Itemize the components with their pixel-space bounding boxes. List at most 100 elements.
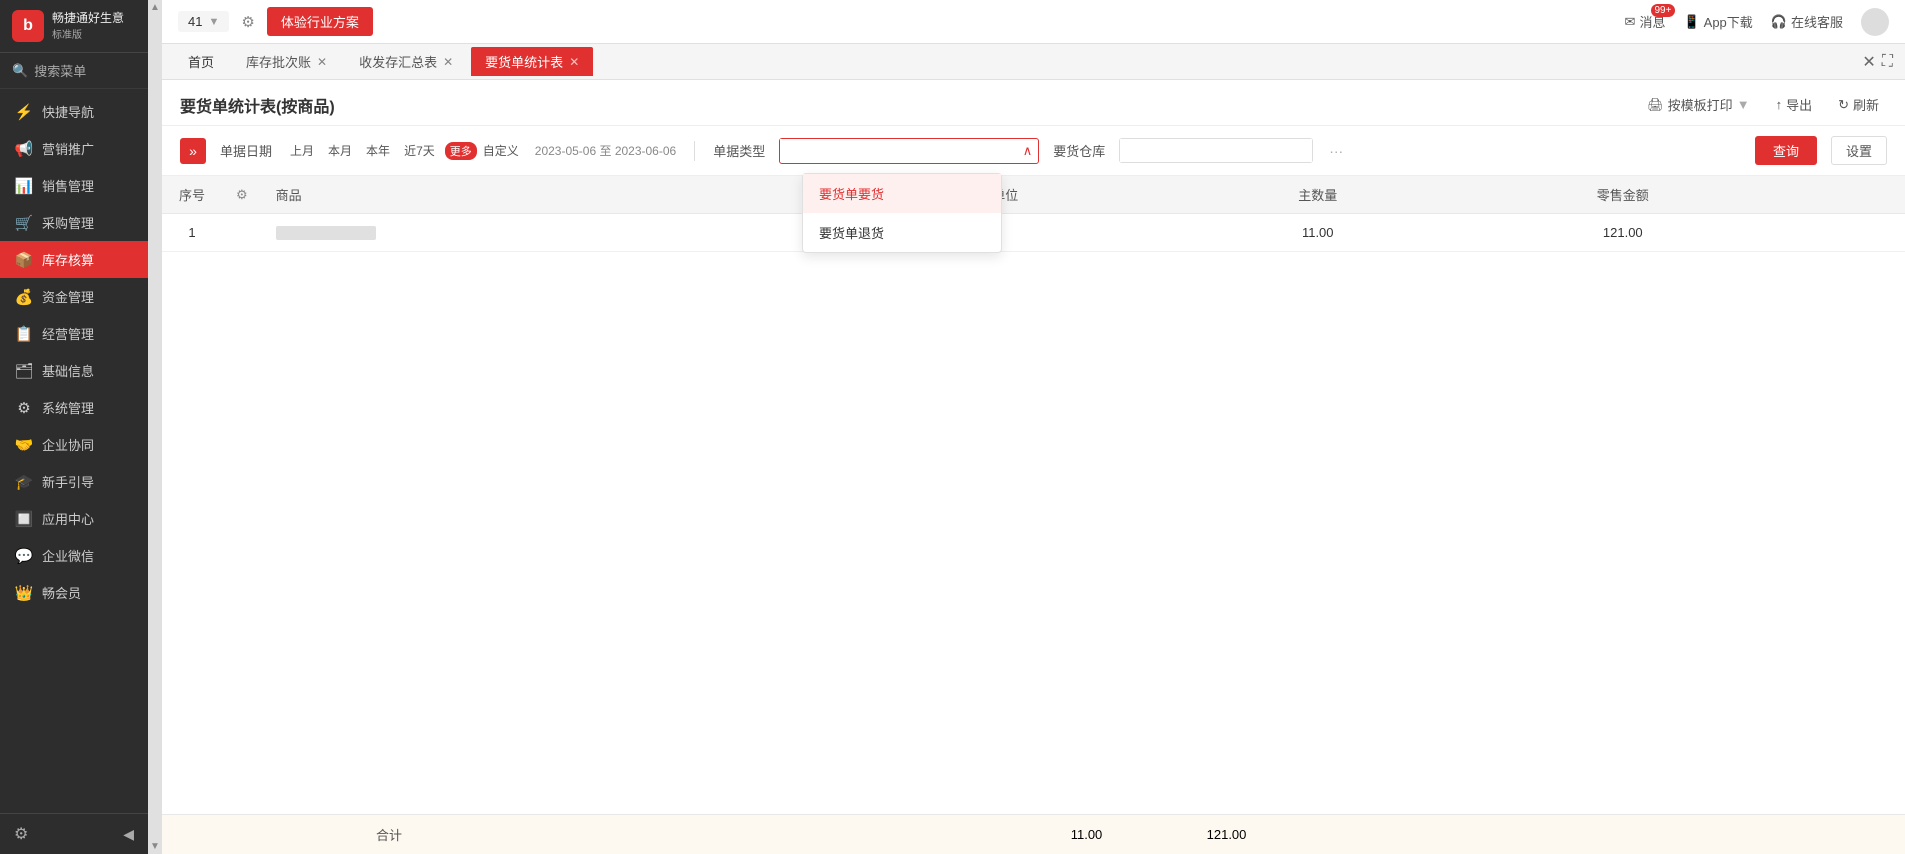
export-btn[interactable]: ↑ 导出	[1768, 92, 1821, 117]
tab-batch-check-close[interactable]: ✕	[317, 55, 327, 69]
print-label: 按模板打印	[1668, 95, 1733, 114]
header-right: ✉ 消息 99+ 📱 App下载 🎧 在线客服	[1625, 8, 1889, 36]
app-title: 畅捷通好生意	[52, 11, 124, 27]
scroll-up-icon[interactable]: ▲	[150, 2, 160, 13]
date-btn-this-month[interactable]: 本月	[324, 140, 356, 161]
service-icon: 🎧	[1771, 14, 1787, 30]
sidebar-scrollbar[interactable]: ▲ ▼	[148, 0, 162, 854]
sidebar-item-inventory[interactable]: 📦 库存核算	[0, 241, 148, 278]
maximize-tab-btn[interactable]: ⛶	[1882, 53, 1893, 71]
tab-order-stats-close[interactable]: ✕	[569, 55, 579, 69]
sidebar-item-vip[interactable]: 👑 畅会员	[0, 574, 148, 611]
app-download-btn[interactable]: 📱 App下载	[1683, 12, 1752, 31]
refresh-icon: ↻	[1838, 97, 1849, 113]
message-btn[interactable]: ✉ 消息 99+	[1625, 12, 1666, 31]
sidebar-item-basic-info[interactable]: 🗂 基础信息	[0, 352, 148, 389]
sidebar-item-app-center[interactable]: 🔲 应用中心	[0, 500, 148, 537]
query-button[interactable]: 查询	[1755, 136, 1817, 165]
purchase-icon: 🛒	[14, 214, 34, 232]
date-btn-7days[interactable]: 近7天	[400, 140, 439, 161]
print-dropdown-arrow: ▼	[1737, 97, 1750, 112]
print-btn[interactable]: 🖨 按模板打印 ▼	[1639, 92, 1757, 117]
scroll-down-icon[interactable]: ▼	[150, 841, 160, 852]
sidebar-item-system[interactable]: ⚙ 系统管理	[0, 389, 148, 426]
type-filter-input-wrap[interactable]: ∧	[779, 138, 1039, 164]
sidebar-item-operations[interactable]: 📋 经营管理	[0, 315, 148, 352]
th-amount: 零售金额	[1457, 176, 1789, 214]
guide-icon: 🎓	[14, 473, 34, 491]
date-btn-this-year[interactable]: 本年	[362, 140, 394, 161]
sidebar-item-sales[interactable]: 📊 销售管理	[0, 167, 148, 204]
sidebar-item-purchase[interactable]: 🛒 采购管理	[0, 204, 148, 241]
sidebar-item-label: 采购管理	[42, 213, 94, 232]
date-quick-btns: 上月 本月 本年 近7天 更多 自定义	[286, 140, 519, 161]
cell-amount: 121.00	[1457, 214, 1789, 252]
date-btn-custom[interactable]: 自定义	[483, 142, 519, 159]
sales-icon: 📊	[14, 177, 34, 195]
tab-batch-check-label: 库存批次账	[246, 52, 311, 71]
sidebar-nav: ⚡ 快捷导航 📢 营销推广 📊 销售管理 🛒 采购管理 📦 库存核算 💰 资金管…	[0, 89, 148, 813]
th-quantity: 主数量	[1179, 176, 1457, 214]
store-selector[interactable]: 41 ▼	[178, 11, 229, 32]
page-actions: 🖨 按模板打印 ▼ ↑ 导出 ↻ 刷新	[1639, 92, 1887, 117]
sidebar-item-label: 系统管理	[42, 398, 94, 417]
type-dropdown-arrow[interactable]: ∧	[1017, 139, 1039, 163]
expand-icon: »	[189, 143, 197, 159]
tab-order-stats[interactable]: 要货单统计表 ✕	[471, 47, 593, 76]
sidebar-item-marketing[interactable]: 📢 营销推广	[0, 130, 148, 167]
refresh-btn[interactable]: ↻ 刷新	[1830, 92, 1887, 117]
promo-button[interactable]: 体验行业方案	[267, 7, 373, 36]
filter-expand-btn[interactable]: »	[180, 138, 206, 164]
footer-sum-amount: 121.00	[1167, 827, 1287, 842]
marketing-icon: 📢	[14, 140, 34, 158]
type-filter-input[interactable]	[780, 139, 1016, 162]
table-footer: 合计 11.00 121.00	[162, 814, 1905, 854]
warehouse-filter-input[interactable]	[1120, 139, 1312, 162]
tab-batch-check[interactable]: 库存批次账 ✕	[232, 47, 341, 76]
dropdown-item-order-goods[interactable]: 要货单要货	[803, 174, 1001, 213]
header-left: 41 ▼ ⚙ 体验行业方案	[178, 7, 373, 36]
date-btn-last-month[interactable]: 上月	[286, 140, 318, 161]
sidebar-item-collab[interactable]: 🤝 企业协同	[0, 426, 148, 463]
sidebar-logo: b 畅捷通好生意 标准版	[0, 0, 148, 53]
sidebar-item-guide[interactable]: 🎓 新手引导	[0, 463, 148, 500]
message-badge: 99+	[1651, 4, 1676, 17]
app-download-icon: 📱	[1683, 14, 1699, 30]
sidebar-search[interactable]: 🔍 搜索菜单	[0, 53, 148, 89]
data-table: 序号 ⚙ 商品 主计量单位 主数量 零售金额 1	[162, 176, 1905, 252]
dropdown-item-order-return[interactable]: 要货单退货	[803, 213, 1001, 252]
sidebar-item-wechat[interactable]: 💬 企业微信	[0, 537, 148, 574]
header-gear-icon[interactable]: ⚙	[241, 13, 254, 31]
tab-home[interactable]: 首页	[174, 47, 228, 76]
cell-quantity: 11.00	[1179, 214, 1457, 252]
sidebar-search-label: 搜索菜单	[34, 61, 86, 80]
collapse-icon[interactable]: ◀	[123, 826, 134, 843]
cell-row-num: 1	[162, 214, 222, 252]
sidebar-item-label: 销售管理	[42, 176, 94, 195]
settings-button[interactable]: 设置	[1831, 136, 1887, 165]
close-all-tabs-btn[interactable]: ✕	[1862, 52, 1875, 72]
user-avatar[interactable]	[1861, 8, 1889, 36]
refresh-label: 刷新	[1853, 95, 1879, 114]
app-download-label: App下载	[1704, 12, 1753, 31]
message-icon: ✉	[1625, 14, 1636, 30]
sidebar-item-label: 营销推广	[42, 139, 94, 158]
filter-more-btn[interactable]: ···	[1329, 143, 1343, 159]
th-settings[interactable]: ⚙	[222, 176, 262, 214]
th-row-num: 序号	[162, 176, 222, 214]
vip-icon: 👑	[14, 584, 34, 602]
th-extra	[1789, 176, 1905, 214]
online-service-btn[interactable]: 🎧 在线客服	[1771, 12, 1843, 31]
sidebar-item-finance[interactable]: 💰 资金管理	[0, 278, 148, 315]
warehouse-filter-input-wrap[interactable]	[1119, 138, 1313, 163]
settings-icon[interactable]: ⚙	[14, 824, 28, 844]
date-btn-more[interactable]: 更多	[445, 142, 477, 160]
tab-inout-summary[interactable]: 收发存汇总表 ✕	[345, 47, 467, 76]
sidebar-item-quick-nav[interactable]: ⚡ 快捷导航	[0, 93, 148, 130]
sidebar-item-label: 企业微信	[42, 546, 94, 565]
export-icon: ↑	[1776, 97, 1783, 112]
tab-inout-summary-close[interactable]: ✕	[443, 55, 453, 69]
type-dropdown-menu: 要货单要货 要货单退货	[802, 173, 1002, 253]
sidebar-item-label: 企业协同	[42, 435, 94, 454]
filter-bar: » 单据日期 上月 本月 本年 近7天 更多 自定义 2023-05-06 至 …	[162, 126, 1905, 176]
